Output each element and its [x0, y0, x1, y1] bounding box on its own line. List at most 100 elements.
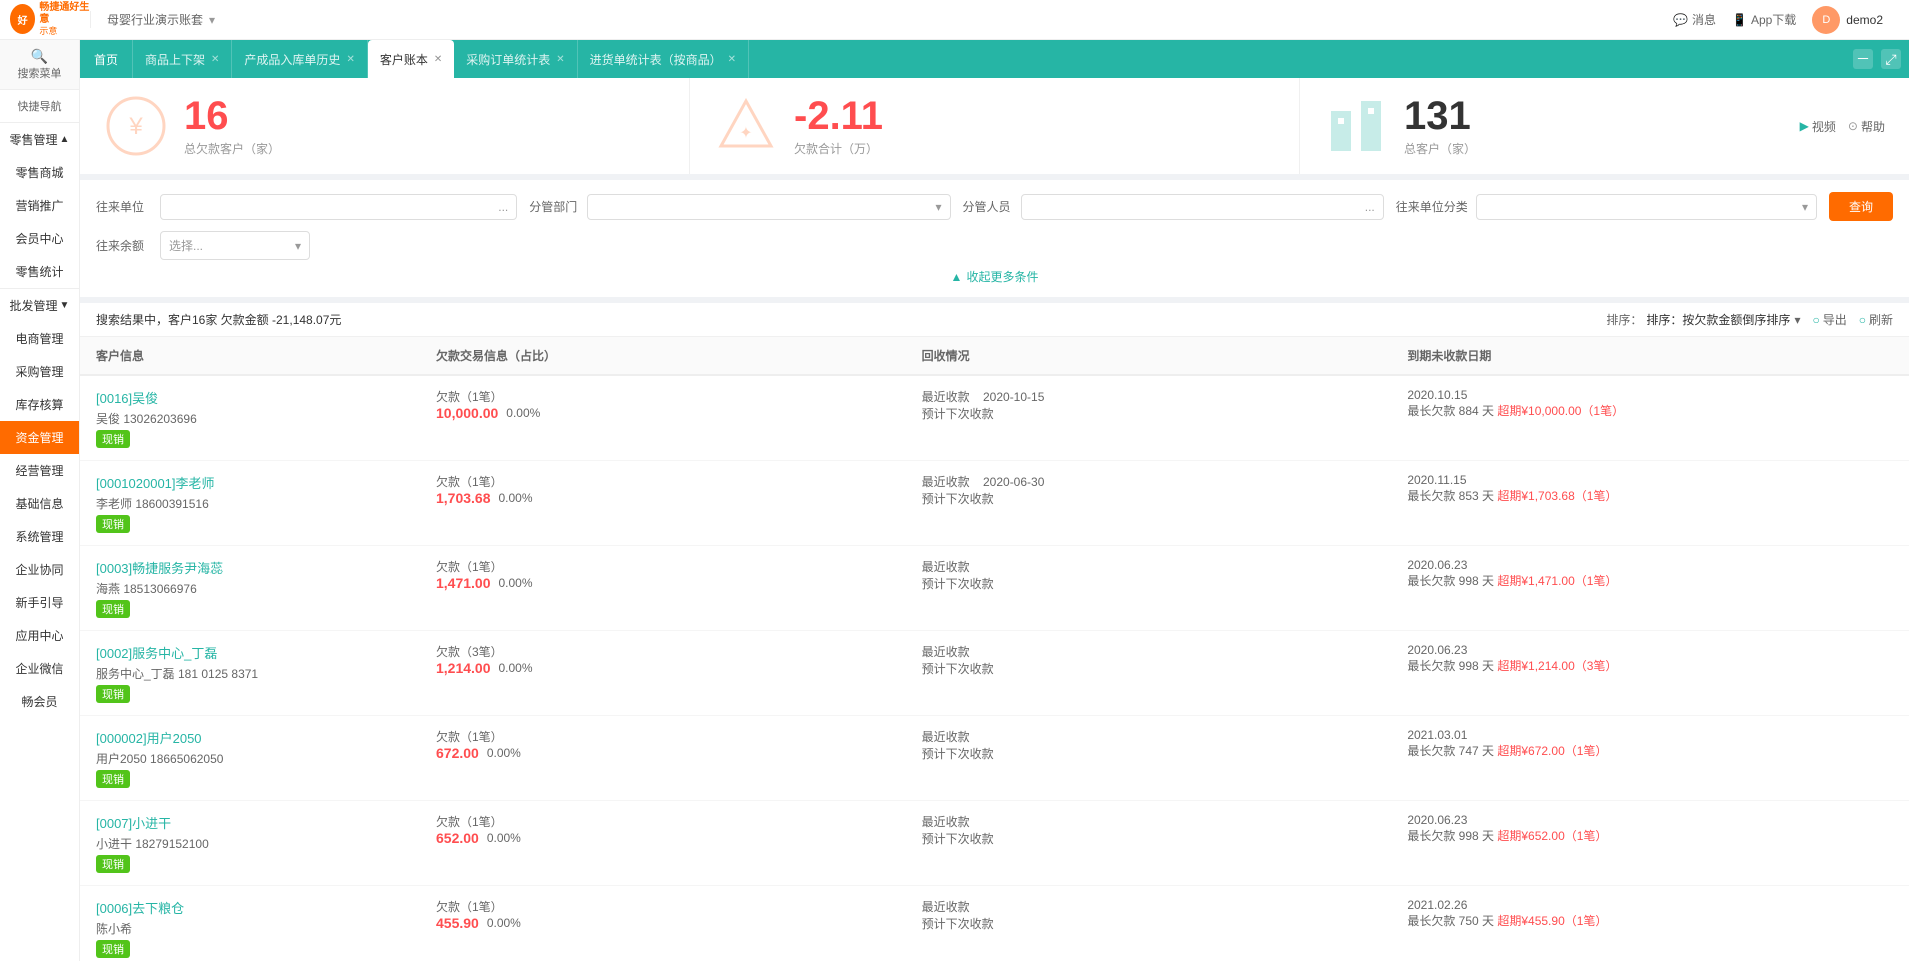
- latest-payment: 最近收款: [922, 558, 1408, 575]
- customer-name[interactable]: [0016]吴俊: [96, 388, 436, 407]
- debt-ratio: 0.00%: [499, 661, 533, 675]
- latest-payment: 最近收款 2020-06-30: [922, 473, 1408, 490]
- debt-amount[interactable]: 1,703.68: [436, 490, 491, 506]
- sidebar-item-basic-info[interactable]: 基础信息: [0, 487, 79, 520]
- tab-minimize-btn[interactable]: －: [1853, 49, 1873, 69]
- debt-customers-number: 16: [184, 96, 280, 136]
- close-icon[interactable]: ✕: [211, 54, 219, 65]
- tab-purchase-stats[interactable]: 进货单统计表（按商品） ✕: [578, 40, 749, 78]
- debt-desc: 欠款（3笔）: [436, 643, 922, 660]
- sidebar-item-marketing[interactable]: 营销推广: [0, 189, 79, 222]
- debt-ratio: 0.00%: [487, 916, 521, 930]
- debt-amount[interactable]: 1,214.00: [436, 660, 491, 676]
- close-icon[interactable]: ✕: [346, 54, 354, 65]
- due-date: 2020.06.23: [1407, 813, 1893, 827]
- customer-name[interactable]: [0001020001]李老师: [96, 473, 436, 492]
- sidebar-item-finance[interactable]: 资金管理: [0, 421, 79, 454]
- customer-name[interactable]: [0002]服务中心_丁磊: [96, 643, 436, 662]
- customer-name[interactable]: [000002]用户2050: [96, 728, 436, 747]
- close-icon[interactable]: ✕: [728, 54, 736, 65]
- close-icon[interactable]: ✕: [434, 54, 442, 65]
- sidebar-item-retail-shop[interactable]: 零售商城: [0, 156, 79, 189]
- next-payment: 预计下次收款: [922, 915, 1408, 932]
- sidebar-item-inventory[interactable]: 库存核算: [0, 388, 79, 421]
- sidebar-item-enterprise[interactable]: 企业协同: [0, 553, 79, 586]
- export-btn[interactable]: ○ 导出: [1812, 311, 1846, 328]
- tab-home[interactable]: 首页: [80, 40, 133, 78]
- view-btn[interactable]: ▶ 视频: [1800, 118, 1836, 135]
- col-header-customer: 客户信息: [96, 347, 436, 364]
- col-header-due: 到期未收款日期: [1407, 347, 1893, 364]
- tab-maximize-btn[interactable]: ⤢: [1881, 49, 1901, 69]
- collapse-btn[interactable]: ▲ 收起更多条件: [96, 268, 1893, 285]
- debt-amount[interactable]: 672.00: [436, 745, 479, 761]
- sidebar-item-system[interactable]: 系统管理: [0, 520, 79, 553]
- search-button[interactable]: 查询: [1829, 192, 1893, 221]
- industry-selector[interactable]: 母婴行业演示账套 ▾: [90, 11, 231, 28]
- tab-product-history[interactable]: 产成品入库单历史 ✕: [232, 40, 367, 78]
- person-input[interactable]: ...: [1021, 194, 1384, 220]
- overdue-link[interactable]: 超期¥10,000.00（1笔）: [1497, 404, 1624, 418]
- customer-name[interactable]: [0007]小进干: [96, 813, 436, 832]
- sort-select[interactable]: 排序： 排序：按欠款金额倒序排序 ▾: [1606, 311, 1800, 328]
- sidebar: 🔍 搜索菜单 快捷导航 零售管理▲ 零售商城 营销推广 会员中心 零售统计 批发…: [0, 40, 80, 961]
- vendor-label: 往来单位: [96, 198, 152, 215]
- sidebar-item-vip[interactable]: 畅会员: [0, 685, 79, 718]
- dept-select[interactable]: ▾: [587, 194, 950, 220]
- refresh-btn[interactable]: ○ 刷新: [1859, 311, 1893, 328]
- latest-payment: 最近收款: [922, 643, 1408, 660]
- debt-amount-number: -2.11: [794, 96, 883, 136]
- vendor-input[interactable]: ...: [160, 194, 517, 220]
- table-row: [000002]用户2050 用户2050 18665062050 现销 欠款（…: [80, 716, 1909, 801]
- tab-purchase-order[interactable]: 采购订单统计表 ✕: [454, 40, 577, 78]
- debt-amount[interactable]: 652.00: [436, 830, 479, 846]
- overdue-link[interactable]: 超期¥1,471.00（1笔）: [1497, 574, 1617, 588]
- chevron-down-icon: ▾: [1794, 313, 1800, 327]
- customer-contact: 吴俊 13026203696: [96, 410, 436, 427]
- debt-amount[interactable]: 1,471.00: [436, 575, 491, 591]
- app-download-btn[interactable]: 📱 App下载: [1732, 11, 1796, 28]
- tab-product-offline[interactable]: 商品上下架 ✕: [133, 40, 232, 78]
- sidebar-item-purchase[interactable]: 采购管理: [0, 355, 79, 388]
- overdue-link[interactable]: 超期¥672.00（1笔）: [1497, 744, 1607, 758]
- person-label: 分管人员: [963, 198, 1013, 215]
- sidebar-item-ecommerce[interactable]: 电商管理: [0, 322, 79, 355]
- sidebar-item-member[interactable]: 会员中心: [0, 222, 79, 255]
- debt-amount[interactable]: 10,000.00: [436, 405, 498, 421]
- sidebar-item-operations[interactable]: 经营管理: [0, 454, 79, 487]
- debt-ratio: 0.00%: [506, 406, 540, 420]
- play-icon: ▶: [1800, 119, 1809, 133]
- due-date: 2020.06.23: [1407, 643, 1893, 657]
- debt-customers-label: 总欠款客户（家）: [184, 140, 280, 157]
- avatar[interactable]: D demo2: [1812, 6, 1883, 34]
- help-btn[interactable]: ⊙ 帮助: [1848, 118, 1885, 135]
- overdue-link[interactable]: 超期¥1,214.00（3笔）: [1497, 659, 1617, 673]
- next-payment: 预计下次收款: [922, 405, 1408, 422]
- sidebar-item-batch-mgmt[interactable]: 批发管理▼: [0, 289, 79, 322]
- sidebar-item-guide[interactable]: 新手引导: [0, 586, 79, 619]
- overdue-link[interactable]: 超期¥652.00（1笔）: [1497, 829, 1607, 843]
- customer-name[interactable]: [0003]畅捷服务尹海蕊: [96, 558, 436, 577]
- quick-nav[interactable]: 快捷导航: [0, 90, 79, 123]
- customer-contact: 小进干 18279152100: [96, 835, 436, 852]
- customer-tag: 现销: [96, 515, 130, 533]
- message-btn[interactable]: 💬 消息: [1673, 11, 1716, 28]
- balance-select[interactable]: 选择... ▾: [160, 231, 310, 260]
- close-icon[interactable]: ✕: [556, 54, 564, 65]
- overdue-link[interactable]: 超期¥455.90（1笔）: [1497, 914, 1607, 928]
- circle-icon: ○: [1812, 313, 1819, 327]
- debt-amount[interactable]: 455.90: [436, 915, 479, 931]
- sidebar-item-app-center[interactable]: 应用中心: [0, 619, 79, 652]
- message-icon: 💬: [1673, 13, 1688, 27]
- vendor-category-label: 往来单位分类: [1396, 198, 1468, 215]
- sidebar-item-retail-stats[interactable]: 零售统计: [0, 255, 79, 289]
- sidebar-item-wechat[interactable]: 企业微信: [0, 652, 79, 685]
- search-menu[interactable]: 🔍 搜索菜单: [0, 40, 79, 90]
- overdue-link[interactable]: 超期¥1,703.68（1笔）: [1497, 489, 1617, 503]
- customer-name[interactable]: [0006]去下粮仓: [96, 898, 436, 917]
- tab-customer-account[interactable]: 客户账本 ✕: [368, 40, 454, 78]
- vendor-category-select[interactable]: ▾: [1476, 194, 1817, 220]
- next-payment: 预计下次收款: [922, 490, 1408, 507]
- sidebar-item-retail-mgmt[interactable]: 零售管理▲: [0, 123, 79, 156]
- svg-text:¥: ¥: [128, 113, 143, 140]
